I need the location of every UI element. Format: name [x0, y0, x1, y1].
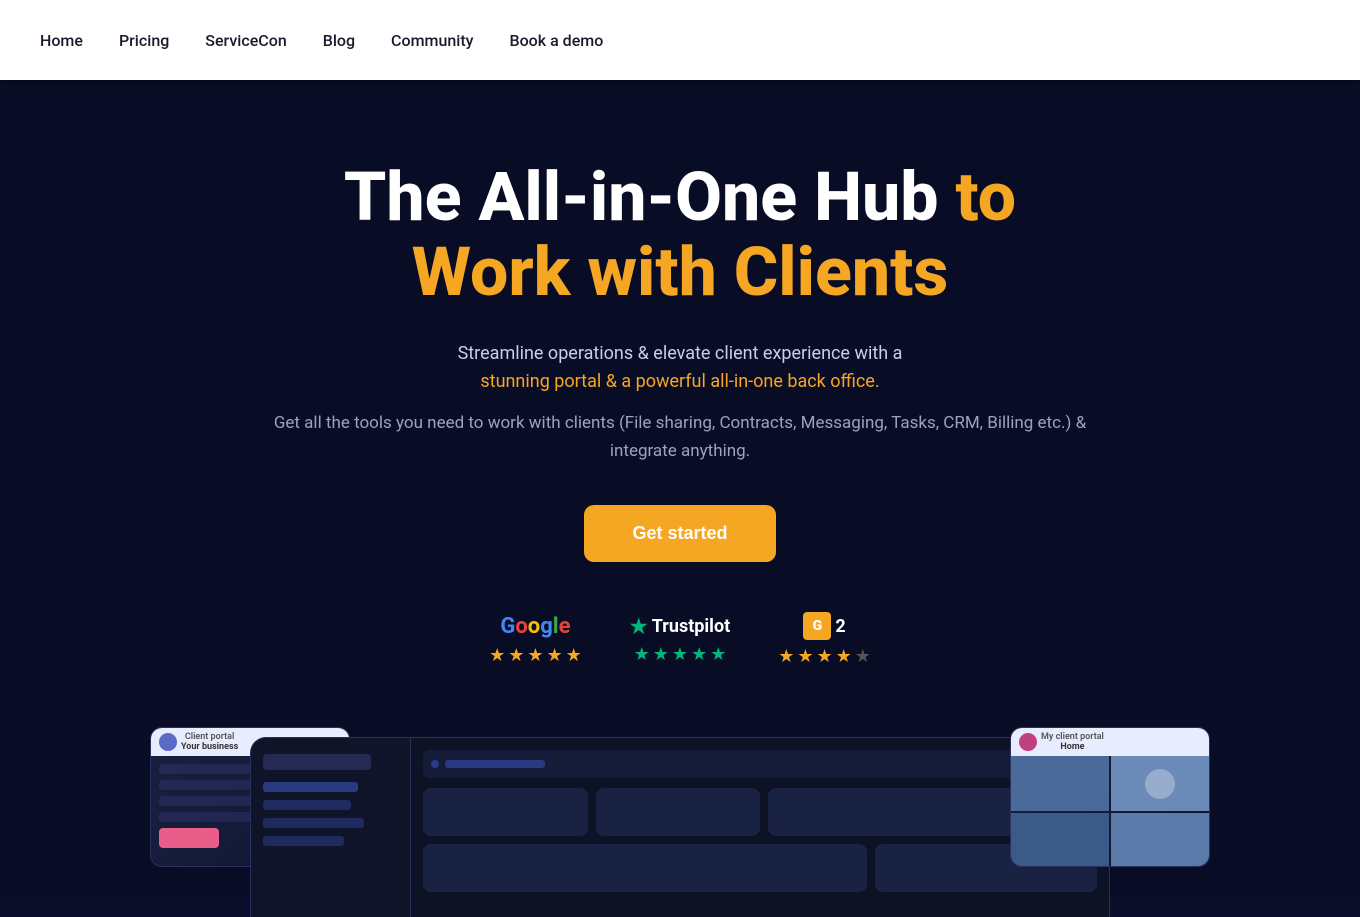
nav-item-blog[interactable]: Blog — [323, 31, 355, 50]
tp-star-3: ★ — [672, 644, 688, 665]
mini-header-right: My client portal Home — [1011, 728, 1209, 756]
dash-card-2 — [596, 788, 761, 836]
hero-title: The All-in-One Hub to Work with Clients — [270, 160, 1090, 310]
mini-text-left: Client portal Your business — [181, 732, 238, 752]
mini-avatar-left — [159, 733, 177, 751]
tp-star-4: ★ — [691, 644, 707, 665]
dash-cards-row-2 — [423, 844, 1097, 892]
tp-star-2: ★ — [653, 644, 669, 665]
trustpilot-logo: ★ Trustpilot — [630, 614, 730, 638]
g2-icon: G — [803, 612, 831, 640]
navbar: Hubflo Home Pricing ServiceCon Blog Comm… — [0, 0, 1360, 80]
dash-card-4 — [423, 844, 867, 892]
ratings-row: Google ★ ★ ★ ★ ★ ★ Trustpilot ★ ★ — [270, 612, 1090, 667]
g2-badge: G 2 — [803, 612, 845, 640]
nav-item-book-demo[interactable]: Book a demo — [510, 31, 604, 50]
mini-avatar-right — [1019, 733, 1037, 751]
sidebar-item-1 — [263, 782, 358, 792]
g2-star-1: ★ — [778, 646, 794, 667]
hero-title-plain: The All-in-One Hub — [344, 157, 956, 237]
g2-stars: ★ ★ ★ ★ ★ — [778, 646, 871, 667]
mini-cta-pill — [159, 828, 219, 848]
hero-subtitle: Streamline operations & elevate client e… — [270, 340, 1090, 398]
dashboard-inner — [251, 738, 1109, 917]
star-3: ★ — [527, 645, 543, 666]
g2-star-2: ★ — [797, 646, 813, 667]
g2-star-5: ★ — [855, 646, 871, 667]
tp-star-5: ★ — [710, 644, 726, 665]
photo-2 — [1111, 756, 1209, 811]
dash-sidebar — [251, 738, 411, 917]
google-logo-text: Google — [500, 614, 570, 639]
nav-item-servicecon[interactable]: ServiceCon — [205, 31, 286, 50]
google-stars: ★ ★ ★ ★ ★ — [489, 645, 582, 666]
topbar-title — [445, 760, 545, 768]
photo-3 — [1011, 813, 1109, 867]
hero-subtitle-plain: Streamline operations & elevate client e… — [458, 343, 903, 364]
trustpilot-stars: ★ ★ ★ ★ ★ — [634, 644, 727, 665]
sidebar-logo — [263, 754, 371, 770]
nav-links-list: Home Pricing ServiceCon Blog Community B… — [40, 31, 603, 50]
side-preview-right: My client portal Home — [1010, 727, 1210, 867]
dash-card-1 — [423, 788, 588, 836]
star-5: ★ — [566, 645, 582, 666]
google-rating: Google ★ ★ ★ ★ ★ — [489, 614, 582, 666]
star-2: ★ — [508, 645, 524, 666]
star-4: ★ — [547, 645, 563, 666]
dash-cards-row-1 — [423, 788, 1097, 836]
sidebar-item-2 — [263, 800, 351, 810]
star-1: ★ — [489, 645, 505, 666]
g2-label: 2 — [835, 616, 845, 637]
topbar-indicator — [431, 760, 439, 768]
trustpilot-rating: ★ Trustpilot ★ ★ ★ ★ ★ — [630, 614, 730, 665]
hero-visual: Client portal Your business — [130, 697, 1230, 897]
dashboard-preview — [250, 737, 1110, 917]
sidebar-item-4 — [263, 836, 344, 846]
g2-rating: G 2 ★ ★ ★ ★ ★ — [778, 612, 871, 667]
get-started-button[interactable]: Get started — [584, 505, 775, 562]
hero-content: The All-in-One Hub to Work with Clients … — [230, 80, 1130, 667]
photo-1 — [1011, 756, 1109, 811]
tp-star-1: ★ — [634, 644, 650, 665]
hero-description: Get all the tools you need to work with … — [270, 409, 1090, 465]
dash-topbar — [423, 750, 1097, 778]
hero-section: The All-in-One Hub to Work with Clients … — [0, 0, 1360, 897]
nav-item-pricing[interactable]: Pricing — [119, 31, 169, 50]
nav-links-container: Home Pricing ServiceCon Blog Community B… — [0, 0, 1360, 80]
nav-item-community[interactable]: Community — [391, 31, 473, 50]
photo-overlay — [1145, 769, 1175, 799]
g2-star-3: ★ — [816, 646, 832, 667]
mini-text-right: My client portal Home — [1041, 732, 1104, 752]
dash-main — [411, 738, 1109, 917]
sidebar-item-3 — [263, 818, 364, 828]
photo-collage — [1011, 756, 1209, 867]
hero-subtitle-highlight: stunning portal & a powerful all-in-one … — [480, 371, 879, 392]
photo-4 — [1111, 813, 1209, 867]
g2-star-4: ★ — [836, 646, 852, 667]
nav-item-home[interactable]: Home — [40, 31, 83, 50]
